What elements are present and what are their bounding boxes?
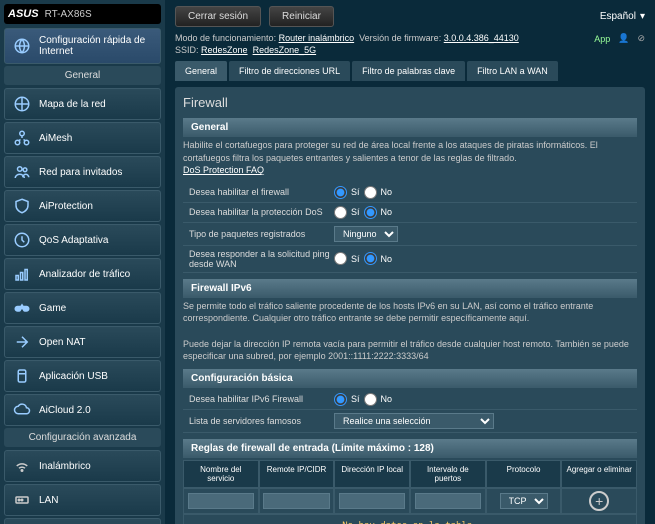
quick-setup-label: Configuración rápida de Internet bbox=[39, 35, 152, 57]
sidebar-item-1[interactable]: AiMesh bbox=[4, 122, 161, 154]
language-select[interactable]: Español▾ bbox=[600, 11, 645, 22]
power-icon[interactable]: ⊘ bbox=[637, 33, 645, 44]
ssid2-link[interactable]: RedesZone_5G bbox=[253, 45, 317, 55]
dos-faq-link[interactable]: DoS Protection FAQ bbox=[183, 165, 264, 175]
sidebar-adv-1[interactable]: LAN bbox=[4, 484, 161, 516]
brand-logo: ASUS bbox=[8, 8, 39, 20]
general-section-header: General bbox=[183, 118, 637, 137]
enable-firewall-yes[interactable] bbox=[334, 186, 347, 199]
protocol-select[interactable]: TCP bbox=[500, 493, 548, 509]
packet-type-select[interactable]: Ninguno bbox=[334, 226, 398, 242]
side-icon bbox=[13, 333, 31, 351]
chevron-down-icon: ▾ bbox=[640, 11, 645, 22]
enable-dos-yes[interactable] bbox=[334, 206, 347, 219]
ipv6-desc: Se permite todo el tráfico saliente proc… bbox=[183, 300, 637, 363]
col-header: Protocolo bbox=[486, 460, 562, 488]
user-icon[interactable]: 👤 bbox=[618, 33, 629, 44]
mode-link[interactable]: Router inalámbrico bbox=[279, 33, 355, 43]
ssid1-link[interactable]: RedesZone bbox=[201, 45, 248, 55]
sidebar-adv-2[interactable]: WAN bbox=[4, 518, 161, 524]
advanced-header: Configuración avanzada bbox=[4, 428, 161, 447]
col-header: Remote IP/CIDR bbox=[259, 460, 335, 488]
side-icon bbox=[13, 491, 31, 509]
side-icon bbox=[13, 457, 31, 475]
sidebar-item-5[interactable]: Analizador de tráfico bbox=[4, 258, 161, 290]
app-badge[interactable]: App bbox=[594, 34, 610, 44]
enable-ipv6fw-yes[interactable] bbox=[334, 393, 347, 406]
port-range-input[interactable] bbox=[415, 493, 481, 509]
remote-ip-input[interactable] bbox=[263, 493, 329, 509]
sidebar-item-2[interactable]: Red para invitados bbox=[4, 156, 161, 188]
enable-dos-label: Desea habilitar la protección DoS bbox=[189, 207, 334, 217]
tab-2[interactable]: Filtro de palabras clave bbox=[352, 61, 465, 81]
famous-servers-select[interactable]: Realice una selección bbox=[334, 413, 494, 429]
col-header: Intervalo de puertos bbox=[410, 460, 486, 488]
side-icon bbox=[13, 401, 31, 419]
side-icon bbox=[13, 367, 31, 385]
page-title: Firewall bbox=[183, 95, 637, 110]
side-icon bbox=[13, 95, 31, 113]
famous-servers-label: Lista de servidores famosos bbox=[189, 416, 334, 426]
enable-dos-no[interactable] bbox=[364, 206, 377, 219]
sidebar-adv-0[interactable]: Inalámbrico bbox=[4, 450, 161, 482]
firmware-link[interactable]: 3.0.0.4.386_44130 bbox=[444, 33, 519, 43]
enable-ipv6fw-no[interactable] bbox=[364, 393, 377, 406]
ping-wan-label: Desea responder a la solicitud ping desd… bbox=[189, 249, 334, 269]
side-icon bbox=[13, 265, 31, 283]
firewall-panel: Firewall General Habilite el cortafuegos… bbox=[175, 87, 645, 524]
enable-ipv6fw-label: Desea habilitar IPv6 Firewall bbox=[189, 394, 334, 404]
tab-0[interactable]: General bbox=[175, 61, 227, 81]
tab-1[interactable]: Filtro de direcciones URL bbox=[229, 61, 350, 81]
ipv6-section-header: Firewall IPv6 bbox=[183, 279, 637, 298]
side-icon bbox=[13, 231, 31, 249]
sidebar-item-6[interactable]: Game bbox=[4, 292, 161, 324]
logout-button[interactable]: Cerrar sesión bbox=[175, 6, 261, 27]
general-header: General bbox=[4, 66, 161, 85]
side-icon bbox=[13, 197, 31, 215]
rules-table-row: TCP + bbox=[183, 488, 637, 514]
ping-wan-yes[interactable] bbox=[334, 252, 347, 265]
col-header: Dirección IP local bbox=[334, 460, 410, 488]
enable-firewall-label: Desea habilitar el firewall bbox=[189, 187, 334, 197]
ssid-info: SSID: RedesZone RedesZone_5G bbox=[175, 45, 645, 55]
add-rule-button[interactable]: + bbox=[589, 491, 609, 511]
brand-header: ASUS RT-AX86S bbox=[4, 4, 161, 24]
tab-3[interactable]: Filtro LAN a WAN bbox=[467, 61, 558, 81]
sidebar-item-4[interactable]: QoS Adaptativa bbox=[4, 224, 161, 256]
side-icon bbox=[13, 163, 31, 181]
model-label: RT-AX86S bbox=[45, 9, 92, 20]
side-icon bbox=[13, 299, 31, 317]
enable-firewall-no[interactable] bbox=[364, 186, 377, 199]
packet-type-label: Tipo de paquetes registrados bbox=[189, 229, 334, 239]
sidebar-item-8[interactable]: Aplicación USB bbox=[4, 360, 161, 392]
reboot-button[interactable]: Reiniciar bbox=[269, 6, 334, 27]
mode-info: Modo de funcionamiento: Router inalámbri… bbox=[175, 33, 645, 43]
service-name-input[interactable] bbox=[188, 493, 254, 509]
col-header: Nombre del servicio bbox=[183, 460, 259, 488]
sidebar-item-3[interactable]: AiProtection bbox=[4, 190, 161, 222]
quick-setup[interactable]: Configuración rápida de Internet bbox=[4, 28, 161, 64]
sidebar-item-0[interactable]: Mapa de la red bbox=[4, 88, 161, 120]
sidebar-item-9[interactable]: AiCloud 2.0 bbox=[4, 394, 161, 426]
sidebar-item-7[interactable]: Open NAT bbox=[4, 326, 161, 358]
basic-config-header: Configuración básica bbox=[183, 369, 637, 388]
no-data-message: No hay datos en la tabla. bbox=[183, 514, 637, 524]
local-ip-input[interactable] bbox=[339, 493, 405, 509]
general-desc: Habilite el cortafuegos para proteger su… bbox=[183, 139, 637, 177]
globe-icon bbox=[13, 37, 31, 55]
side-icon bbox=[13, 129, 31, 147]
rules-header: Reglas de firewall de entrada (Límite má… bbox=[183, 439, 637, 458]
ping-wan-no[interactable] bbox=[364, 252, 377, 265]
rules-table-header: Nombre del servicioRemote IP/CIDRDirecci… bbox=[183, 460, 637, 488]
col-header: Agregar o eliminar bbox=[561, 460, 637, 488]
